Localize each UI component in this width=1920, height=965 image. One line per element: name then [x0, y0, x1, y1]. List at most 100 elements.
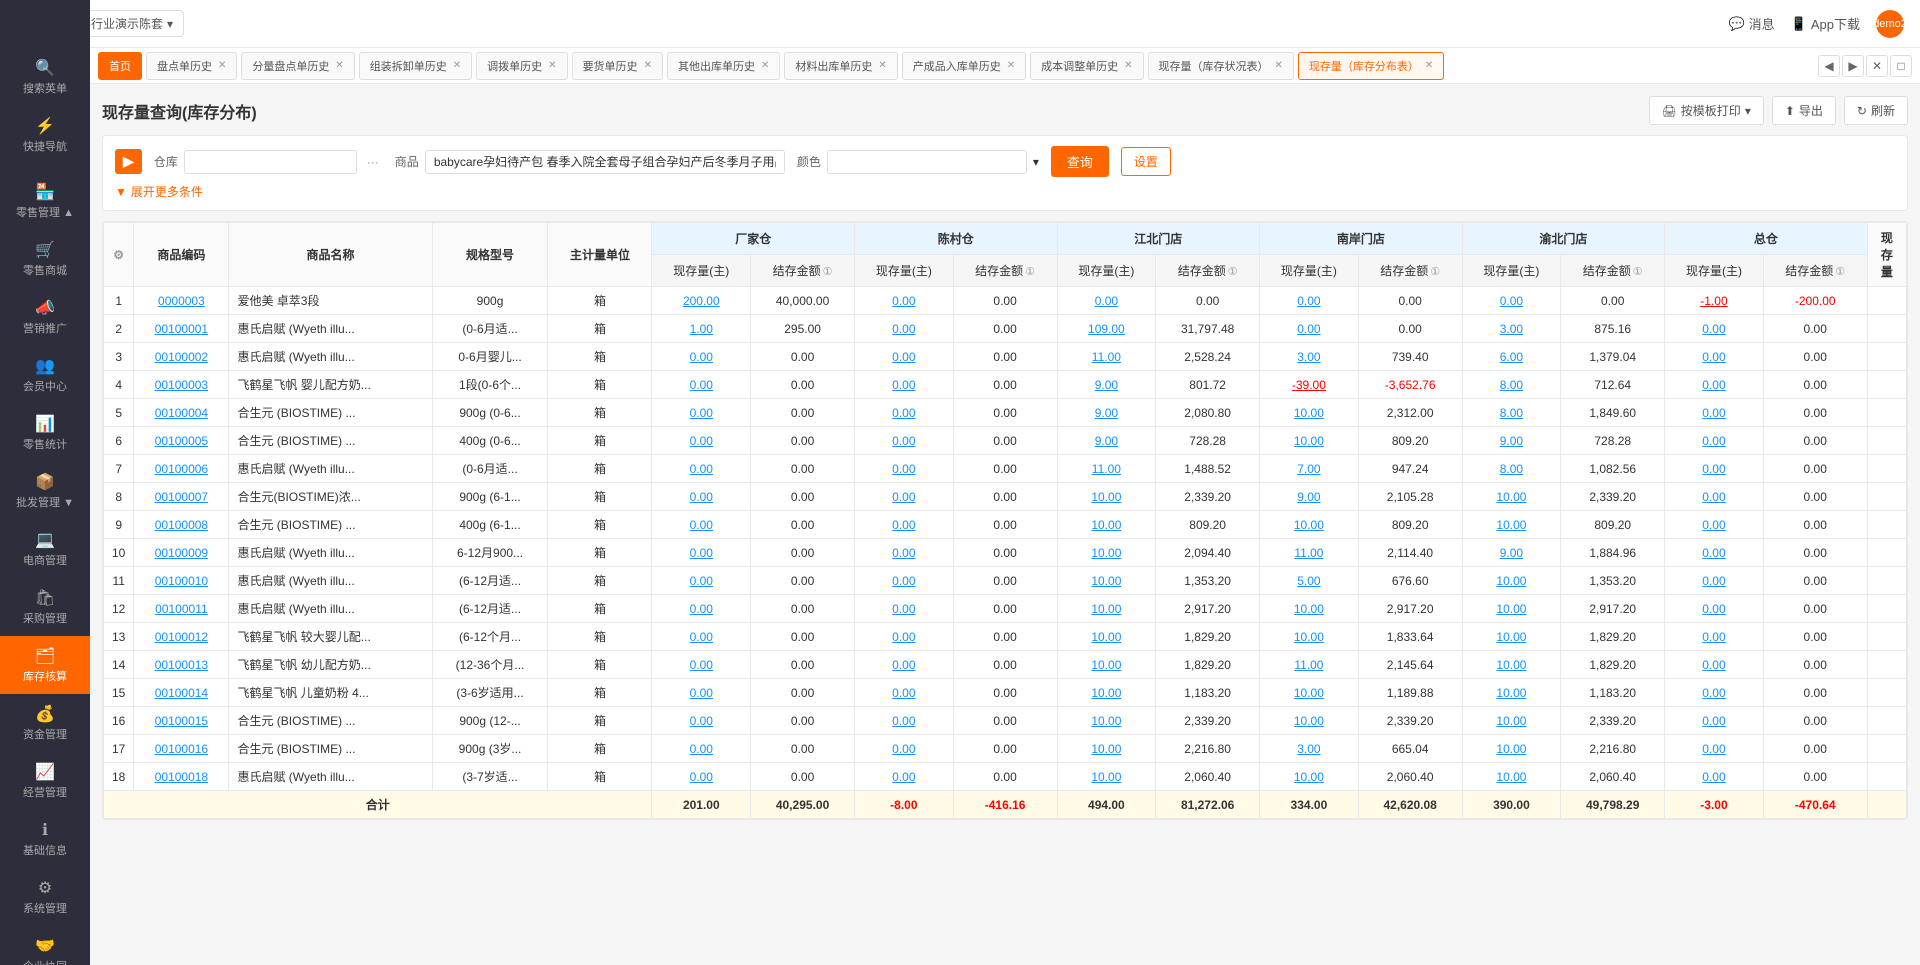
sidebar-item-wholesale[interactable]: 📦 批发管理 ▼	[0, 462, 90, 520]
tabs-prev-btn[interactable]: ◀	[1818, 55, 1840, 77]
sidebar-item-business[interactable]: 📈 经营管理	[0, 752, 90, 810]
tab-close-requisition[interactable]: ✕	[644, 60, 652, 71]
cell-jb-amt: 2,528.24	[1156, 343, 1260, 371]
info-icon2[interactable]: ①	[1025, 266, 1035, 278]
sidebar-item-mall[interactable]: 🛒 零售商城	[0, 230, 90, 288]
cell-cur-qty	[1867, 511, 1906, 539]
cell-fc-qty: 0.00	[652, 427, 751, 455]
sidebar-item-retail[interactable]: 🏪 零售管理 ▲	[0, 172, 90, 230]
tab-close-stock-dist[interactable]: ✕	[1425, 60, 1433, 71]
cell-jb-amt: 1,183.20	[1156, 679, 1260, 707]
cell-na-qty: 10.00	[1260, 511, 1359, 539]
app-download-btn[interactable]: 📱 App下载	[1791, 14, 1860, 33]
tab-close-material-out[interactable]: ✕	[878, 60, 886, 71]
col-group-yb: 渝北门店	[1462, 223, 1665, 255]
info-icon6[interactable]: ①	[1835, 266, 1845, 278]
cell-jb-qty: 9.00	[1057, 427, 1156, 455]
cell-na-amt: 2,339.20	[1358, 707, 1462, 735]
tab-inventory-count[interactable]: 盘点单历史 ✕	[146, 52, 237, 80]
tab-close-transfer[interactable]: ✕	[548, 60, 556, 71]
sidebar-item-search[interactable]: 🔍 搜索英单	[0, 48, 90, 106]
cell-unit: 箱	[548, 679, 652, 707]
cell-seq: 14	[104, 651, 134, 679]
tab-cost-adjust[interactable]: 成本调整单历史 ✕	[1030, 52, 1143, 80]
cell-na-qty: -39.00	[1260, 371, 1359, 399]
sidebar-item-nav[interactable]: ⚡ 快捷导航	[0, 106, 90, 164]
sidebar-item-collab[interactable]: 🤝 企业协同	[0, 926, 90, 965]
tab-close-finished-in[interactable]: ✕	[1007, 60, 1015, 71]
tab-stock-dist[interactable]: 现存量（库存分布表） ✕	[1298, 52, 1444, 80]
tab-other-out[interactable]: 其他出库单历史 ✕	[667, 52, 780, 80]
tabs-menu-btn[interactable]: □	[1890, 55, 1912, 77]
print-btn[interactable]: 🖨 按模板打印 ▾	[1649, 96, 1764, 125]
tab-assembly[interactable]: 组装拆卸单历史 ✕	[359, 52, 472, 80]
tabs-close-btn[interactable]: ✕	[1866, 55, 1888, 77]
cell-fc-amt: 0.00	[751, 763, 855, 791]
tab-close-other-out[interactable]: ✕	[761, 60, 769, 71]
cell-cc-qty: 0.00	[855, 511, 954, 539]
product-label: 商品	[395, 153, 419, 170]
cell-total-amt: 0.00	[1763, 567, 1867, 595]
query-btn[interactable]: 查询	[1051, 146, 1109, 177]
color-input[interactable]	[827, 150, 1027, 174]
export-btn[interactable]: ⬆ 导出	[1772, 96, 1836, 125]
tab-close-cost-adjust[interactable]: ✕	[1124, 60, 1132, 71]
settings-btn[interactable]: 设置	[1121, 147, 1171, 176]
info-icon5[interactable]: ①	[1633, 266, 1643, 278]
sidebar-item-finance[interactable]: 💰 资金管理	[0, 694, 90, 752]
sidebar-item-marketing[interactable]: 📣 营销推广	[0, 288, 90, 346]
user-avatar-btn[interactable]: demo2	[1876, 10, 1904, 38]
sidebar-item-basic[interactable]: ℹ 基础信息	[0, 810, 90, 868]
cell-yb-amt: 728.28	[1561, 427, 1665, 455]
cell-total-qty: 0.00	[1665, 315, 1764, 343]
cell-fc-qty: 0.00	[652, 763, 751, 791]
product-input[interactable]	[425, 150, 785, 174]
tab-finished-in[interactable]: 产成品入库单历史 ✕	[902, 52, 1026, 80]
tab-material-out[interactable]: 材料出库单历史 ✕	[784, 52, 897, 80]
sidebar-item-inventory[interactable]: 🗂 库存核算	[0, 636, 90, 694]
cell-jb-amt: 2,060.40	[1156, 763, 1260, 791]
sidebar-item-label: 营销推广	[4, 320, 86, 336]
page-actions: 🖨 按模板打印 ▾ ⬆ 导出 ↻ 刷新	[1649, 96, 1908, 125]
tab-close-assembly[interactable]: ✕	[453, 60, 461, 71]
message-btn[interactable]: 💬 消息	[1728, 14, 1774, 33]
cell-cur-qty	[1867, 539, 1906, 567]
col-header-name: 商品名称	[229, 223, 432, 287]
filter-expand[interactable]: ▼ 展开更多条件	[115, 183, 1895, 200]
tab-close-stock-status[interactable]: ✕	[1275, 60, 1283, 71]
sidebar-item-purchase[interactable]: 🛍 采购管理	[0, 578, 90, 636]
cell-spec: 400g (0-6...	[432, 427, 548, 455]
tab-stock-status[interactable]: 现存量（库存状况表） ✕	[1148, 52, 1294, 80]
col-cc-qty: 现存量(主)	[855, 255, 954, 287]
expand-btn[interactable]: ▶	[115, 149, 142, 174]
cell-fc-amt: 0.00	[751, 679, 855, 707]
tab-qty-count[interactable]: 分量盘点单历史 ✕	[241, 52, 354, 80]
print-label: 按模板打印	[1681, 102, 1741, 119]
cell-total-amt: 0.00	[1763, 735, 1867, 763]
warehouse-dots[interactable]: ···	[363, 155, 383, 169]
cell-seq: 8	[104, 483, 134, 511]
tab-requisition[interactable]: 要货单历史 ✕	[572, 52, 663, 80]
info-icon4[interactable]: ①	[1430, 266, 1440, 278]
refresh-btn[interactable]: ↻ 刷新	[1844, 96, 1908, 125]
cell-yb-amt: 1,884.96	[1561, 539, 1665, 567]
cell-cc-qty: 0.00	[855, 287, 954, 315]
tab-close-inventory-count[interactable]: ✕	[218, 60, 226, 71]
sidebar-item-member[interactable]: 👥 会员中心	[0, 346, 90, 404]
cell-fc-qty: 0.00	[652, 483, 751, 511]
tab-close-qty-count[interactable]: ✕	[335, 60, 343, 71]
tab-transfer[interactable]: 调拨单历史 ✕	[476, 52, 567, 80]
info-icon3[interactable]: ①	[1228, 266, 1238, 278]
sidebar-item-retail-stats[interactable]: 📊 零售统计	[0, 404, 90, 462]
sidebar-item-system[interactable]: ⚙ 系统管理	[0, 868, 90, 926]
info-icon[interactable]: ①	[823, 266, 833, 278]
table-settings-icon[interactable]: ⚙	[113, 248, 124, 262]
cell-yb-qty: 10.00	[1462, 651, 1561, 679]
summary-fc-amt: 40,295.00	[751, 791, 855, 819]
col-group-factory: 厂家仓	[652, 223, 855, 255]
cell-total-amt: 0.00	[1763, 399, 1867, 427]
warehouse-input[interactable]	[184, 150, 357, 174]
sidebar-item-ecommerce[interactable]: 💻 电商管理	[0, 520, 90, 578]
tabs-next-btn[interactable]: ▶	[1842, 55, 1864, 77]
tab-home[interactable]: 首页	[98, 52, 142, 80]
